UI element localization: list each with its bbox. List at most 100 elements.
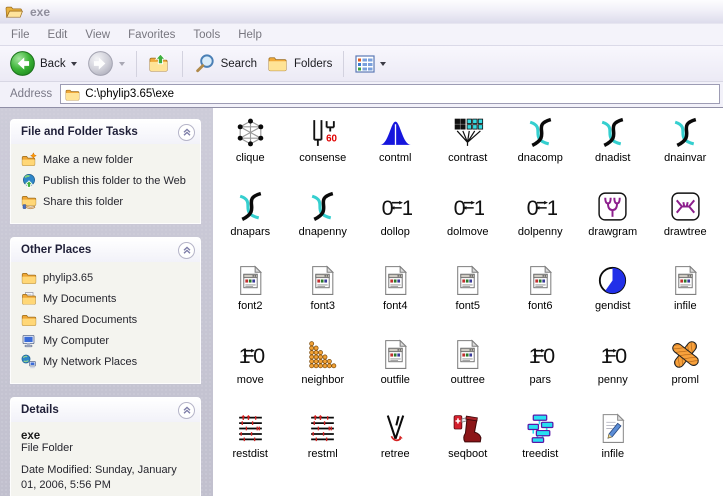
file-label: dnadist bbox=[595, 152, 631, 164]
menu-item-tools[interactable]: Tools bbox=[184, 26, 229, 44]
up-button[interactable] bbox=[145, 50, 174, 77]
forward-dropdown-icon[interactable] bbox=[118, 61, 125, 66]
sidebar-item-my-documents[interactable]: My Documents bbox=[21, 291, 194, 308]
restriction-lines-icon bbox=[234, 412, 267, 445]
sidebar-item-label: Shared Documents bbox=[43, 314, 138, 326]
file-item-restml[interactable]: restml bbox=[287, 409, 360, 483]
file-label: dolmove bbox=[446, 226, 489, 238]
file-item-outtree[interactable]: outtree bbox=[432, 335, 505, 409]
menu-item-help[interactable]: Help bbox=[229, 26, 271, 44]
sidebar-item-shared-documents[interactable]: Shared Documents bbox=[21, 312, 194, 329]
file-item-drawtree[interactable]: drawtree bbox=[649, 187, 722, 261]
folders-button[interactable]: Folders bbox=[264, 50, 335, 77]
pie-icon bbox=[596, 264, 629, 297]
collapse-chevron-icon[interactable] bbox=[178, 241, 195, 259]
forward-button[interactable] bbox=[84, 48, 128, 79]
file-item-font6[interactable]: font6 bbox=[504, 261, 577, 335]
file-label: move bbox=[236, 374, 264, 386]
file-item-dnapars[interactable]: dnapars bbox=[214, 187, 287, 261]
panel-title: Other Places bbox=[21, 244, 92, 256]
file-item-font3[interactable]: font3 bbox=[287, 261, 360, 335]
panel-header-details[interactable]: Details bbox=[10, 397, 201, 422]
file-label: drawtree bbox=[663, 226, 707, 238]
sidebar-item-label: My Documents bbox=[43, 293, 117, 305]
sidebar-item-my-network-places[interactable]: My Network Places bbox=[21, 354, 194, 371]
my-computer-icon bbox=[21, 333, 37, 349]
menu-item-edit[interactable]: Edit bbox=[39, 26, 77, 44]
file-item-pars[interactable]: 10 pars bbox=[504, 335, 577, 409]
file-item-clique[interactable]: clique bbox=[214, 113, 287, 187]
back-button[interactable]: Back bbox=[6, 48, 80, 79]
panel-header-other-places[interactable]: Other Places bbox=[10, 237, 201, 262]
sidebar-item-my-computer[interactable]: My Computer bbox=[21, 333, 194, 350]
file-item-dnacomp[interactable]: dnacomp bbox=[504, 113, 577, 187]
sidebar-item-make-a-new-folder[interactable]: Make a new folder bbox=[21, 152, 194, 169]
file-item-contml[interactable]: contml bbox=[359, 113, 432, 187]
file-item-gendist[interactable]: gendist bbox=[577, 261, 650, 335]
menu-item-view[interactable]: View bbox=[76, 26, 119, 44]
file-item-font5[interactable]: font5 bbox=[432, 261, 505, 335]
up-folder-icon bbox=[149, 53, 168, 72]
views-dropdown-icon[interactable] bbox=[380, 61, 387, 66]
collapse-chevron-icon[interactable] bbox=[178, 123, 195, 141]
menu-bar: File Edit View Favorites Tools Help bbox=[0, 24, 723, 46]
file-item-dolmove[interactable]: 01 dolmove bbox=[432, 187, 505, 261]
address-input[interactable]: C:\phylip3.65\exe bbox=[60, 84, 720, 104]
file-item-retree[interactable]: retree bbox=[359, 409, 432, 483]
file-item-restdist[interactable]: restdist bbox=[214, 409, 287, 483]
file-label: restml bbox=[307, 448, 338, 460]
file-label: penny bbox=[597, 374, 628, 386]
file-item-neighbor[interactable]: neighbor bbox=[287, 335, 360, 409]
neighbor-matrix-icon bbox=[306, 338, 339, 371]
file-item-drawgram[interactable]: drawgram bbox=[577, 187, 650, 261]
file-item-dnadist[interactable]: dnadist bbox=[577, 113, 650, 187]
back-dropdown-icon[interactable] bbox=[70, 61, 77, 66]
drawtree-icon bbox=[669, 190, 702, 223]
file-item-font4[interactable]: font4 bbox=[359, 261, 432, 335]
file-item-consense[interactable]: 60 consense bbox=[287, 113, 360, 187]
address-bar: Address C:\phylip3.65\exe bbox=[0, 82, 723, 108]
file-item-proml[interactable]: proml bbox=[649, 335, 722, 409]
file-item-dolpenny[interactable]: 01 dolpenny bbox=[504, 187, 577, 261]
collapse-chevron-icon[interactable] bbox=[178, 401, 195, 419]
file-item-dnapenny[interactable]: dnapenny bbox=[287, 187, 360, 261]
menu-item-favorites[interactable]: Favorites bbox=[119, 26, 184, 44]
views-button[interactable] bbox=[352, 52, 389, 76]
sidebar-item-share-this-folder[interactable]: Share this folder bbox=[21, 194, 194, 211]
menu-item-file[interactable]: File bbox=[2, 26, 39, 44]
one-zero-icon: 10 bbox=[524, 338, 557, 371]
file-label: font5 bbox=[455, 300, 480, 312]
panel-body-details: exe File Folder Date Modified: Sunday, Jan… bbox=[10, 422, 201, 496]
sidebar-item-publish-this-folder-to-the-web[interactable]: Publish this folder to the Web bbox=[21, 173, 194, 190]
file-item-contrast[interactable]: contrast bbox=[432, 113, 505, 187]
toolbar-separator bbox=[181, 50, 183, 77]
file-item-outfile[interactable]: outfile bbox=[359, 335, 432, 409]
panel-body-other-places: phylip3.65 My Documents Shared Documents My… bbox=[10, 262, 201, 384]
file-label: dnapars bbox=[230, 226, 271, 238]
consense-tree-icon: 60 bbox=[306, 116, 339, 149]
panel-header-file-folder-tasks[interactable]: File and Folder Tasks bbox=[10, 119, 201, 144]
sidebar-panel-details: Details exe File Folder Date Modified: Sund… bbox=[10, 397, 201, 496]
file-item-move[interactable]: 10 move bbox=[214, 335, 287, 409]
file-item-penny[interactable]: 10 penny bbox=[577, 335, 650, 409]
file-label: gendist bbox=[595, 300, 631, 312]
file-item-font2[interactable]: font2 bbox=[214, 261, 287, 335]
file-item-treedist[interactable]: treedist bbox=[504, 409, 577, 483]
document-icon bbox=[234, 264, 267, 297]
file-item-seqboot[interactable]: seqboot bbox=[432, 409, 505, 483]
file-item-dollop[interactable]: 01 dollop bbox=[359, 187, 432, 261]
file-label: dnacomp bbox=[517, 152, 563, 164]
search-button[interactable]: Search bbox=[191, 50, 260, 77]
file-item-dnainvar[interactable]: dnainvar bbox=[649, 113, 722, 187]
file-label: dolpenny bbox=[517, 226, 563, 238]
sidebar-item-phylip3-65[interactable]: phylip3.65 bbox=[21, 270, 194, 287]
one-zero-icon: 10 bbox=[234, 338, 267, 371]
file-label: restdist bbox=[232, 448, 268, 460]
folders-icon bbox=[268, 57, 287, 72]
svg-text:1: 1 bbox=[546, 195, 556, 220]
file-item-infile[interactable]: infile bbox=[577, 409, 650, 483]
file-item-infile[interactable]: infile bbox=[649, 261, 722, 335]
document-icon bbox=[524, 264, 557, 297]
folders-label: Folders bbox=[294, 57, 333, 70]
details-name: exe bbox=[21, 430, 41, 442]
